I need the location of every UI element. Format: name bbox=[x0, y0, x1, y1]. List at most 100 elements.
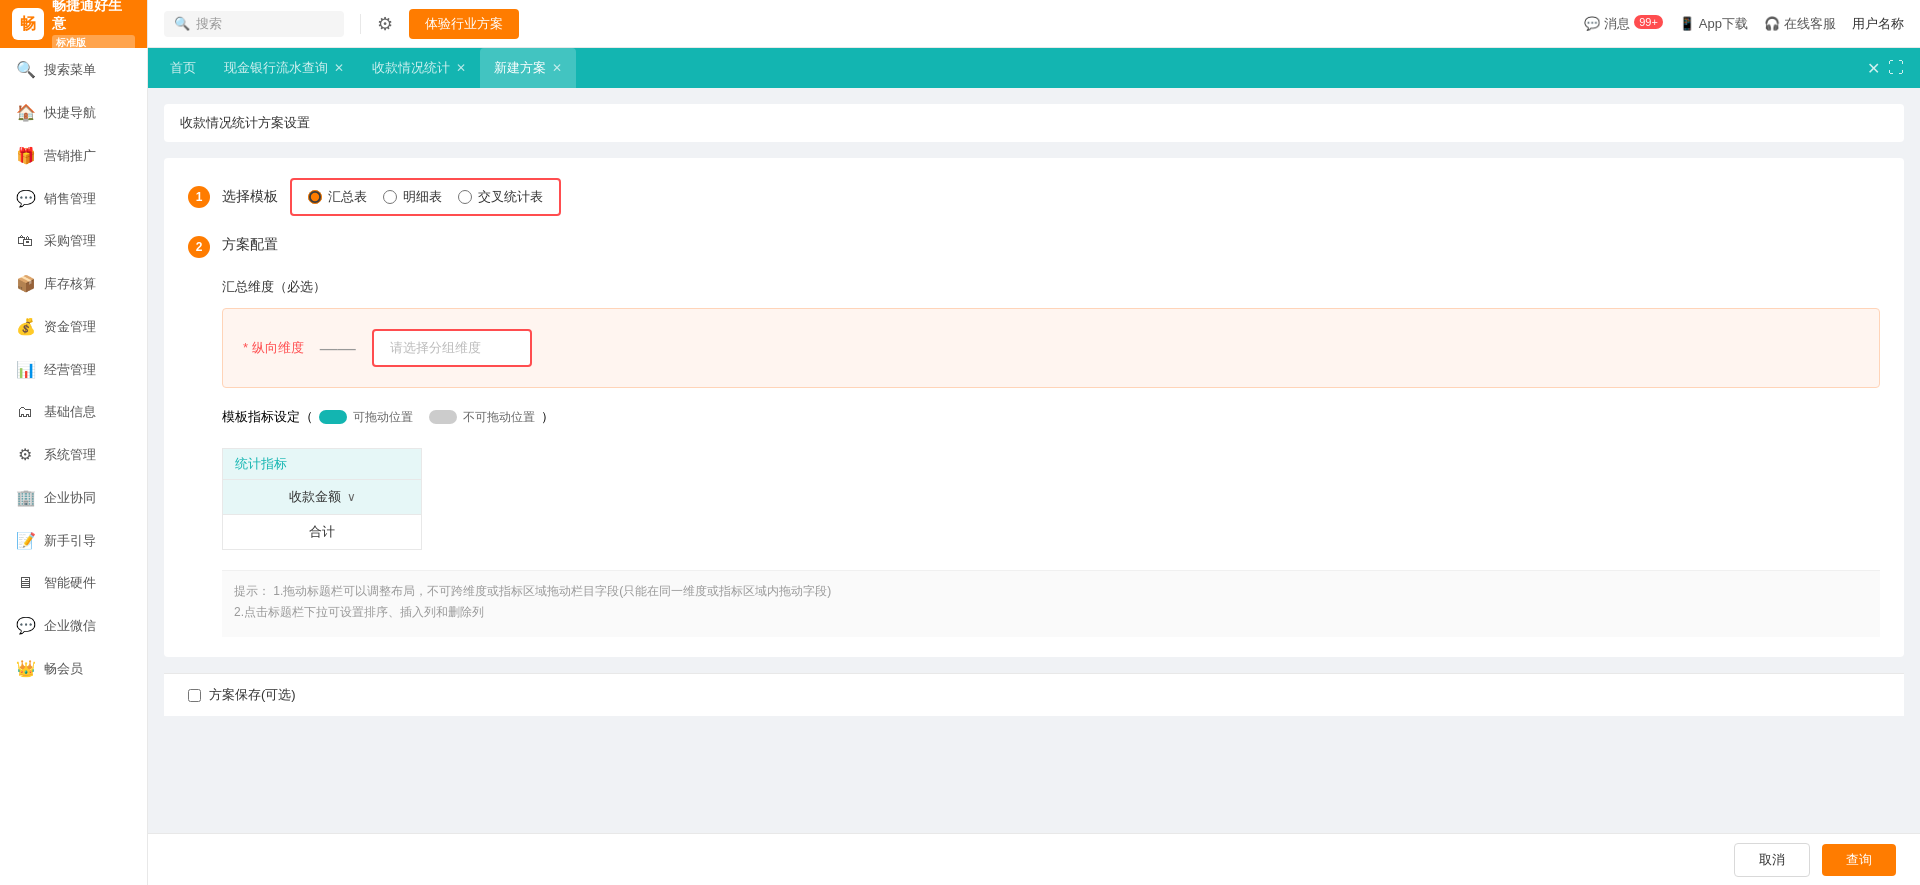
sidebar-item-label: 资金管理 bbox=[44, 318, 96, 336]
dimension-section-title: 汇总维度（必选） bbox=[222, 278, 1880, 296]
search-icon: 🔍 bbox=[16, 60, 34, 79]
tab-label: 收款情况统计 bbox=[372, 59, 450, 77]
radio-option-summary[interactable]: 汇总表 bbox=[308, 188, 367, 206]
sidebar-item-quicknav[interactable]: 🏠快捷导航 bbox=[0, 91, 147, 134]
trial-button[interactable]: 体验行业方案 bbox=[409, 9, 519, 39]
sidebar-item-label: 营销推广 bbox=[44, 147, 96, 165]
notification-item[interactable]: 💬 消息 99+ bbox=[1584, 15, 1663, 33]
template-select-area: 汇总表 明细表 交叉统计表 bbox=[290, 178, 561, 216]
step1-number: 1 bbox=[188, 186, 210, 208]
search-bar[interactable]: 🔍 搜索 bbox=[164, 11, 344, 37]
dropdown-arrow-icon: ∨ bbox=[347, 490, 356, 504]
sidebar-item-label: 系统管理 bbox=[44, 446, 96, 464]
maximize-icon[interactable]: ⛶ bbox=[1888, 59, 1904, 77]
tab-close-icon[interactable]: ✕ bbox=[334, 61, 344, 75]
sidebar-item-enterprise[interactable]: 🏢 企业协同 bbox=[0, 476, 147, 519]
query-button[interactable]: 查询 bbox=[1822, 844, 1896, 876]
cancel-button[interactable]: 取消 bbox=[1734, 843, 1810, 877]
radio-label-cross: 交叉统计表 bbox=[478, 188, 543, 206]
sidebar-item-label: 库存核算 bbox=[44, 275, 96, 293]
guide-icon: 📝 bbox=[16, 531, 34, 550]
tab-home[interactable]: 首页 bbox=[156, 48, 210, 88]
metrics-cell-total: 合计 bbox=[223, 515, 421, 549]
step1-label: 选择模板 bbox=[222, 188, 278, 206]
sidebar-item-purchase[interactable]: 🛍采购管理 bbox=[0, 220, 147, 262]
finance-icon: 💰 bbox=[16, 317, 34, 336]
service-item[interactable]: 🎧 在线客服 bbox=[1764, 15, 1836, 33]
radio-option-cross[interactable]: 交叉统计表 bbox=[458, 188, 543, 206]
sidebar-item-label: 智能硬件 bbox=[44, 574, 96, 592]
non-draggable-label: 不可拖动位置 bbox=[463, 409, 535, 426]
tab-close-icon[interactable]: ✕ bbox=[456, 61, 466, 75]
radio-input-summary[interactable] bbox=[308, 190, 322, 204]
tab-receipt-stats[interactable]: 收款情况统计 ✕ bbox=[358, 48, 480, 88]
sidebar-item-basic[interactable]: 🗂基础信息 bbox=[0, 391, 147, 433]
tab-actions: ✕⛶ bbox=[1867, 59, 1912, 78]
sidebar-item-label: 新手引导 bbox=[44, 532, 96, 550]
sidebar-item-sales[interactable]: 💬 销售管理 bbox=[0, 177, 147, 220]
save-row: 方案保存(可选) bbox=[164, 673, 1904, 716]
sidebar-item-finance[interactable]: 💰 资金管理 bbox=[0, 305, 147, 348]
operation-icon: 📊 bbox=[16, 360, 34, 379]
sidebar-item-label: 快捷导航 bbox=[44, 104, 96, 122]
radio-input-cross[interactable] bbox=[458, 190, 472, 204]
dimension-selector[interactable]: 请选择分组维度 bbox=[372, 329, 532, 367]
page-title: 收款情况统计方案设置 bbox=[164, 104, 1904, 142]
radio-input-detail[interactable] bbox=[383, 190, 397, 204]
logo-icon: 畅 bbox=[12, 8, 44, 40]
metrics-table: 统计指标 收款金额 ∨ 合计 bbox=[222, 448, 422, 550]
sidebar-item-search[interactable]: 🔍搜索菜单 bbox=[0, 48, 147, 91]
tab-label: 新建方案 bbox=[494, 59, 546, 77]
draggable-legend: 可拖动位置 bbox=[319, 409, 413, 426]
gear-icon[interactable]: ⚙ bbox=[377, 13, 393, 35]
download-item[interactable]: 📱 App下载 bbox=[1679, 15, 1748, 33]
step1-row: 1 选择模板 汇总表 明细表 交叉统计表 bbox=[188, 178, 1880, 216]
tab-label: 现金银行流水查询 bbox=[224, 59, 328, 77]
sidebar-item-member[interactable]: 👑畅会员 bbox=[0, 647, 147, 690]
tab-label: 首页 bbox=[170, 59, 196, 77]
save-checkbox[interactable] bbox=[188, 689, 201, 702]
step2-number: 2 bbox=[188, 236, 210, 258]
sidebar-logo: 畅 畅捷通好生意 标准版 bbox=[0, 0, 147, 48]
service-icon: 🎧 bbox=[1764, 16, 1780, 31]
sidebar-item-hardware[interactable]: 🖥智能硬件 bbox=[0, 562, 147, 604]
basic-icon: 🗂 bbox=[16, 403, 34, 421]
sidebar-item-guide[interactable]: 📝 新手引导 bbox=[0, 519, 147, 562]
tip-item: 提示： 1.拖动标题栏可以调整布局，不可跨维度或指标区域拖动栏目字段(只能在同一… bbox=[234, 583, 1868, 600]
sidebar-item-marketing[interactable]: 🎁营销推广 bbox=[0, 134, 147, 177]
draggable-indicator bbox=[319, 410, 347, 424]
sidebar-item-label: 经营管理 bbox=[44, 361, 96, 379]
close-window-icon[interactable]: ✕ bbox=[1867, 59, 1880, 78]
sidebar-item-label: 企业协同 bbox=[44, 489, 96, 507]
download-label: App下载 bbox=[1699, 15, 1748, 33]
search-placeholder: 搜索 bbox=[196, 15, 222, 33]
topbar: 🔍 搜索 ⚙ 体验行业方案 💬 消息 99+ 📱 App下载 🎧 在线客服 用户… bbox=[148, 0, 1920, 48]
tab-close-icon[interactable]: ✕ bbox=[552, 61, 562, 75]
dimension-area: * 纵向维度 —— 请选择分组维度 bbox=[222, 308, 1880, 388]
col-header-label: 收款金额 bbox=[289, 488, 341, 506]
radio-label-detail: 明细表 bbox=[403, 188, 442, 206]
sidebar-item-inventory[interactable]: 📦库存核算 bbox=[0, 262, 147, 305]
non-draggable-legend: 不可拖动位置 bbox=[429, 409, 535, 426]
wechat-icon: 💬 bbox=[16, 616, 34, 635]
sidebar-item-system[interactable]: ⚙系统管理 bbox=[0, 433, 147, 476]
sidebar-item-operation[interactable]: 📊 经营管理 bbox=[0, 348, 147, 391]
topbar-right: 💬 消息 99+ 📱 App下载 🎧 在线客服 用户名称 bbox=[1584, 15, 1904, 33]
radio-option-detail[interactable]: 明细表 bbox=[383, 188, 442, 206]
search-icon: 🔍 bbox=[174, 16, 190, 31]
sidebar-item-label: 销售管理 bbox=[44, 190, 96, 208]
tab-new-plan[interactable]: 新建方案 ✕ bbox=[480, 48, 576, 88]
metrics-config-header-row: 模板指标设定（ 可拖动位置 不可拖动位置 ） bbox=[222, 408, 1880, 426]
enterprise-icon: 🏢 bbox=[16, 488, 34, 507]
tab-cashflow[interactable]: 现金银行流水查询 ✕ bbox=[210, 48, 358, 88]
sales-icon: 💬 bbox=[16, 189, 34, 208]
step2-label: 方案配置 bbox=[222, 236, 278, 254]
tips-section: 提示： 1.拖动标题栏可以调整布局，不可跨维度或指标区域拖动栏目字段(只能在同一… bbox=[222, 570, 1880, 637]
metrics-col-header[interactable]: 收款金额 ∨ bbox=[223, 480, 421, 515]
sidebar-item-wechat[interactable]: 💬企业微信 bbox=[0, 604, 147, 647]
draggable-label: 可拖动位置 bbox=[353, 409, 413, 426]
non-draggable-indicator bbox=[429, 410, 457, 424]
sidebar: 畅 畅捷通好生意 标准版 🔍搜索菜单🏠快捷导航🎁营销推广 💬 销售管理 🛍采购管理📦库… bbox=[0, 0, 148, 885]
username[interactable]: 用户名称 bbox=[1852, 15, 1904, 33]
member-icon: 👑 bbox=[16, 659, 34, 678]
